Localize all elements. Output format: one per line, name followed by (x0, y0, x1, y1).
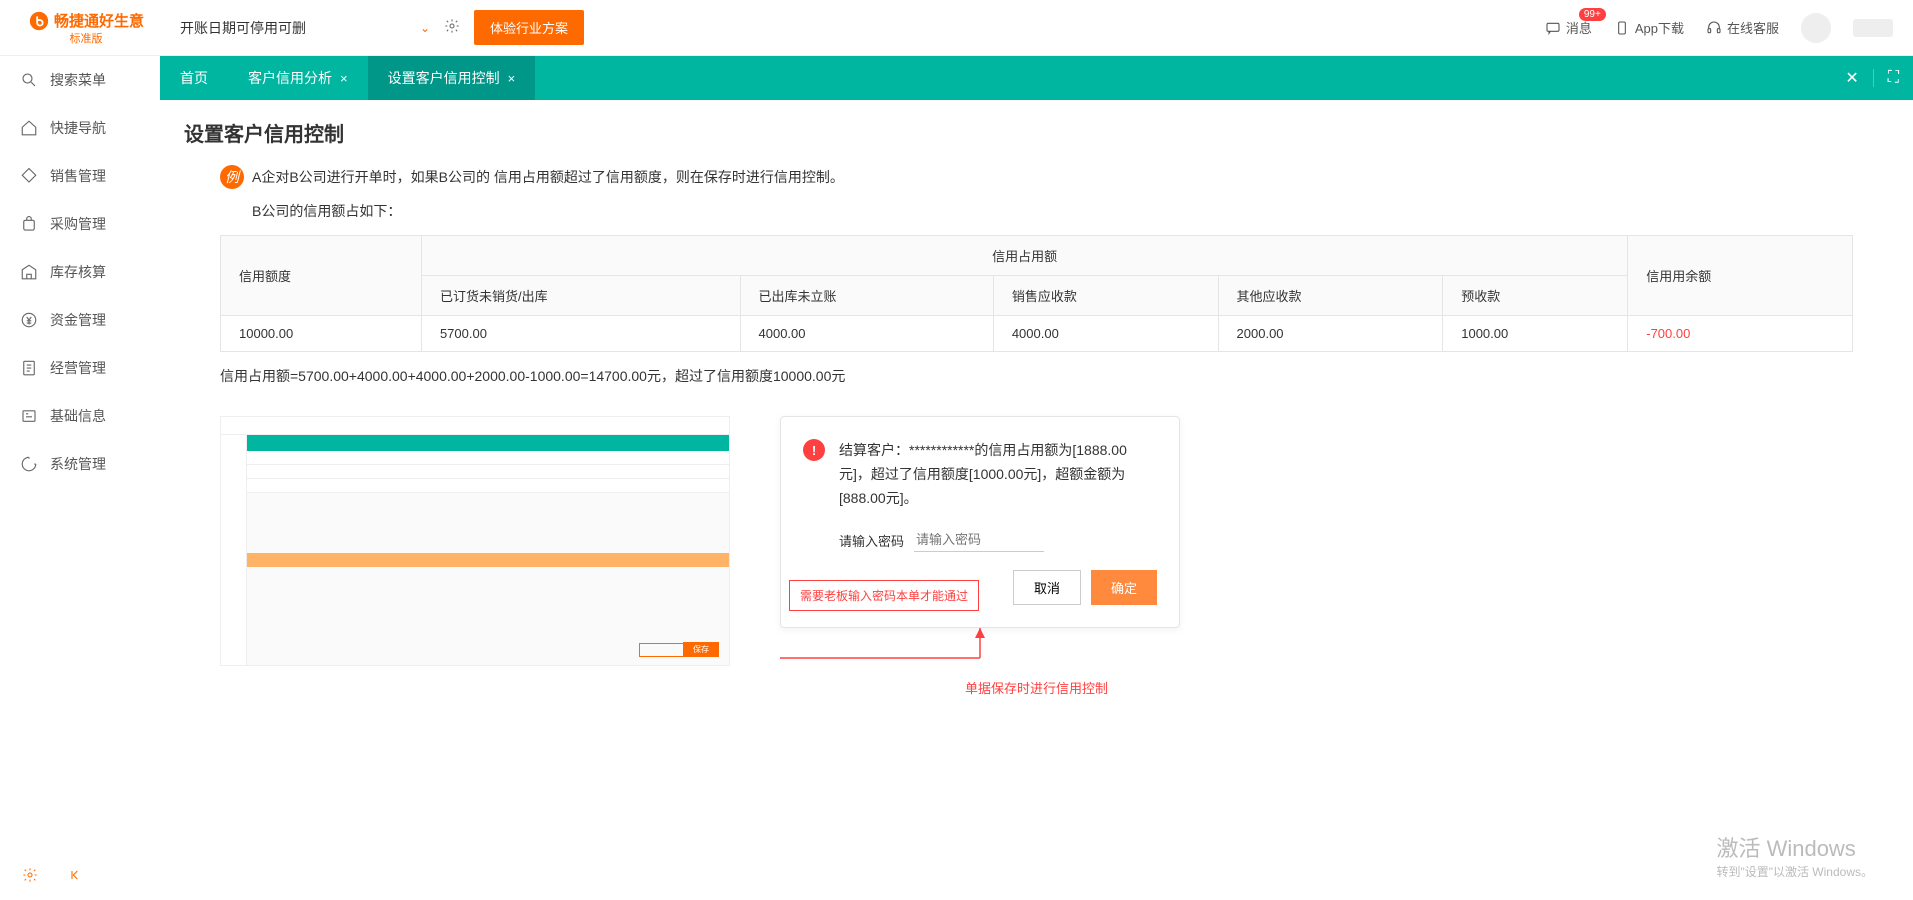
phone-icon (1614, 20, 1630, 36)
th-c3: 销售应收款 (993, 276, 1218, 316)
password-input[interactable] (914, 528, 1044, 552)
main-area: 首页 客户信用分析× 设置客户信用控制× ✕ ⛶ 设置客户信用控制 例 A企对B… (160, 56, 1913, 900)
sidebar-item-funds[interactable]: 资金管理 (0, 296, 160, 344)
app-download-link[interactable]: App下载 (1614, 18, 1684, 37)
sidebar-item-search[interactable]: 搜索菜单 (0, 56, 160, 104)
brand-logo: 畅捷通好生意 标准版 (0, 10, 160, 46)
thumb-save-button: 保存 (683, 642, 719, 657)
card-icon (20, 407, 38, 425)
brand-name: 畅捷通好生意 (54, 10, 144, 31)
gear-icon[interactable] (444, 18, 460, 37)
close-icon[interactable]: × (340, 71, 348, 86)
edition-label: 标准版 (70, 30, 103, 46)
sidebar-item-purchase[interactable]: 采购管理 (0, 200, 160, 248)
tab-home[interactable]: 首页 (160, 56, 228, 100)
arrow-caption: 单据保存时进行信用控制 (220, 678, 1853, 697)
sidebar: 搜索菜单 快捷导航 销售管理 采购管理 库存核算 资金管理 经营管理 基础信息 (0, 56, 160, 900)
doc-icon (20, 359, 38, 377)
sidebar-item-system[interactable]: 系统管理 (0, 440, 160, 488)
warning-icon: ! (803, 439, 825, 461)
bag-icon (20, 215, 38, 233)
password-label: 请输入密码 (839, 531, 904, 550)
th-c4: 其他应收款 (1218, 276, 1443, 316)
utility-bar: 消息 99+ App下载 在线客服 (1545, 13, 1913, 43)
home-icon (20, 119, 38, 137)
th-usage: 信用占用额 (421, 236, 1627, 276)
example-badge-icon: 例 (220, 165, 244, 189)
messages-link[interactable]: 消息 99+ (1545, 18, 1592, 37)
user-name-placeholder (1853, 19, 1893, 37)
fullscreen-icon[interactable]: ⛶ (1873, 69, 1913, 87)
tab-credit-control[interactable]: 设置客户信用控制× (368, 56, 536, 100)
windows-activation-watermark: 激活 Windows 转到"设置"以激活 Windows。 (1716, 831, 1873, 880)
tag-icon (20, 167, 38, 185)
sidebar-item-business[interactable]: 经营管理 (0, 344, 160, 392)
sidebar-bottom (0, 853, 160, 900)
th-c2: 已出库未立账 (740, 276, 993, 316)
chevron-down-icon: ⌄ (420, 21, 430, 35)
screenshot-thumbnail: 保存 (220, 416, 730, 666)
selector-text: 开账日期可停用可删 (180, 18, 306, 38)
warehouse-icon (20, 263, 38, 281)
experience-solution-button[interactable]: 体验行业方案 (474, 10, 584, 45)
search-icon (20, 71, 38, 89)
sidebar-item-quicknav[interactable]: 快捷导航 (0, 104, 160, 152)
avatar[interactable] (1801, 13, 1831, 43)
table-row: 10000.00 5700.00 4000.00 4000.00 2000.00… (221, 316, 1853, 352)
arrow-icon (780, 628, 1180, 668)
close-icon[interactable]: × (508, 71, 516, 86)
sidebar-item-inventory[interactable]: 库存核算 (0, 248, 160, 296)
credit-warning-dialog: ! 结算客户：************的信用占用额为[1888.00元]，超过了… (780, 416, 1180, 628)
collapse-icon[interactable] (68, 867, 84, 886)
dialog-message: 结算客户：************的信用占用额为[1888.00元]，超过了信用… (839, 439, 1157, 510)
online-service-link[interactable]: 在线客服 (1706, 18, 1779, 37)
example-description: 例 A企对B公司进行开单时，如果B公司的 信用占用额超过了信用额度，则在保存时进… (220, 165, 1853, 189)
formula-text: 信用占用额=5700.00+4000.00+4000.00+2000.00-10… (220, 366, 1853, 386)
credit-table: 信用额度 信用占用额 信用用余额 已订货未销货/出库 已出库未立账 销售应收款 … (220, 235, 1853, 352)
dialog-note: 需要老板输入密码本单才能通过 (789, 580, 979, 611)
th-credit-limit: 信用额度 (221, 236, 422, 316)
content-scroll[interactable]: 设置客户信用控制 例 A企对B公司进行开单时，如果B公司的 信用占用额超过了信用… (160, 100, 1913, 900)
sidebar-item-basic[interactable]: 基础信息 (0, 392, 160, 440)
ok-button[interactable]: 确定 (1091, 570, 1157, 605)
settings-icon[interactable] (22, 867, 38, 886)
headset-icon (1706, 20, 1722, 36)
top-bar: 畅捷通好生意 标准版 开账日期可停用可删 ⌄ 体验行业方案 消息 99+ App… (0, 0, 1913, 56)
tab-credit-analysis[interactable]: 客户信用分析× (228, 56, 368, 100)
th-balance: 信用用余额 (1628, 236, 1853, 316)
yen-icon (20, 311, 38, 329)
th-c5: 预收款 (1443, 276, 1628, 316)
diagram-row: 保存 ! 结算客户：************的信用占用额为[1888.00元]，… (220, 416, 1853, 668)
account-period-selector[interactable]: 开账日期可停用可删 ⌄ (180, 18, 430, 38)
message-icon (1545, 20, 1561, 36)
close-all-icon[interactable]: ✕ (1831, 68, 1872, 88)
tab-strip: 首页 客户信用分析× 设置客户信用控制× ✕ ⛶ (160, 56, 1913, 100)
page-title: 设置客户信用控制 (160, 100, 1913, 165)
loop-icon (20, 455, 38, 473)
brand-icon (28, 10, 50, 32)
th-c1: 已订货未销货/出库 (421, 276, 740, 316)
message-badge: 99+ (1579, 8, 1606, 21)
cancel-button[interactable]: 取消 (1013, 570, 1081, 605)
example-subline: B公司的信用额占如下： (220, 201, 1853, 221)
sidebar-item-sales[interactable]: 销售管理 (0, 152, 160, 200)
